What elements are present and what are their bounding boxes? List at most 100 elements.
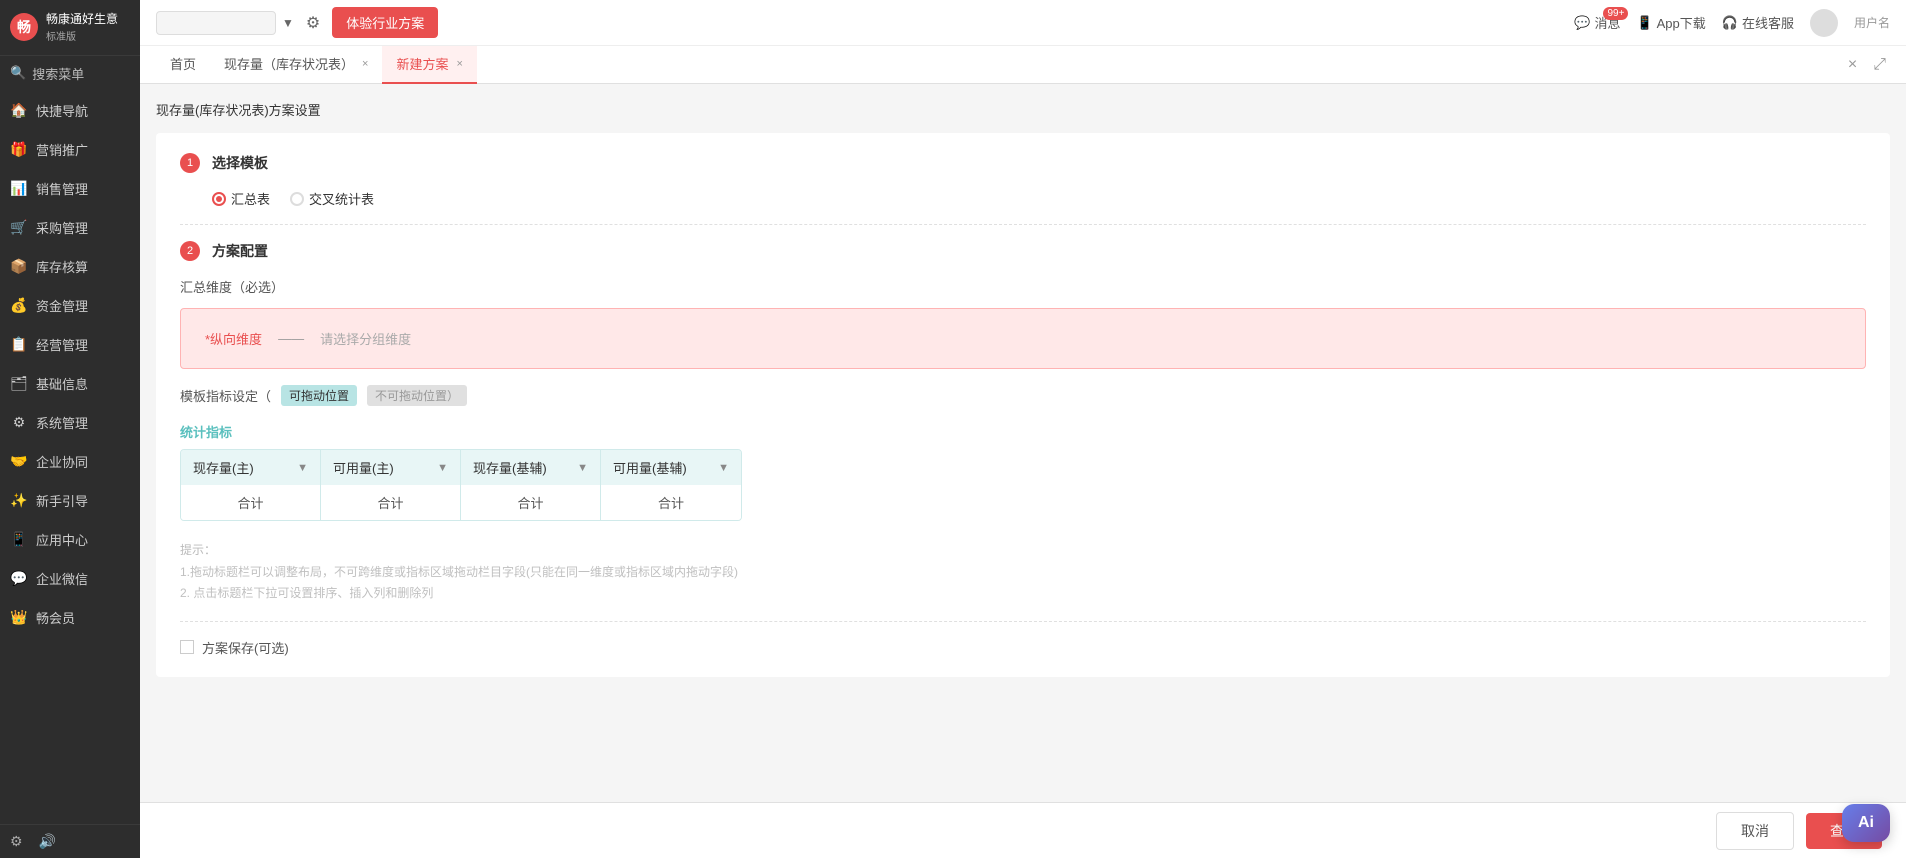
radio-summary[interactable]: 汇总表 bbox=[212, 189, 270, 208]
divider-2 bbox=[180, 621, 1866, 622]
fixed-indicator: 不可拖动位置） bbox=[367, 385, 467, 406]
sidebar-item-shortcut[interactable]: 🏠 快捷导航 bbox=[0, 91, 140, 130]
sidebar-item-marketing[interactable]: 🎁 营销推广 bbox=[0, 130, 140, 169]
col-header-2[interactable]: 现存量(基辅) ▼ bbox=[461, 450, 601, 485]
folder-icon: 🗂 bbox=[10, 374, 28, 392]
tip-line-1: 1.拖动标题栏可以调整布局，不可跨维度或指标区域拖动栏目字段(只能在同一维度或指… bbox=[180, 562, 1866, 584]
header-dropdown-icon[interactable]: ▼ bbox=[282, 16, 294, 30]
user-avatar[interactable] bbox=[1810, 9, 1838, 37]
sidebar-search-item[interactable]: 🔍 搜索菜单 bbox=[0, 56, 140, 91]
tab-new-plan[interactable]: 新建方案 × bbox=[382, 46, 476, 84]
template-radio-group: 汇总表 交叉统计表 bbox=[212, 189, 1866, 208]
sidebar: 畅 畅康通好生意 标准版 🔍 搜索菜单 🏠 快捷导航 🎁 营销推广 📊 销售管理… bbox=[0, 0, 140, 858]
search-icon: 🔍 bbox=[10, 65, 26, 81]
money-icon: 💰 bbox=[10, 296, 28, 314]
sidebar-item-purchase[interactable]: 🛒 采购管理 bbox=[0, 208, 140, 247]
save-checkbox[interactable] bbox=[180, 640, 194, 654]
summary-dimension-label: 汇总维度（必选） bbox=[180, 277, 1866, 296]
chevron-down-icon-1: ▼ bbox=[437, 462, 448, 474]
main-area: ▼ ⚙ 体验行业方案 💬 消息 99+ 📱 App下载 🎧 在线客服 用户名 bbox=[140, 0, 1906, 858]
tab-new-plan-close-icon[interactable]: × bbox=[456, 58, 462, 70]
cell-3: 合计 bbox=[601, 485, 741, 520]
section-card: 1 选择模板 汇总表 交叉统计表 2 方案配置 汇总维度（必选） bbox=[156, 133, 1890, 677]
step2-row: 2 方案配置 bbox=[180, 241, 1866, 261]
step2-title: 方案配置 bbox=[212, 241, 268, 261]
sidebar-item-apps[interactable]: 📱 应用中心 bbox=[0, 520, 140, 559]
dimension-placeholder: 请选择分组维度 bbox=[320, 329, 411, 348]
metrics-table: 现存量(主) ▼ 可用量(主) ▼ 现存量(基辅) ▼ 可用量(基辅) ▼ bbox=[180, 449, 742, 521]
chat-icon: 💬 bbox=[10, 569, 28, 587]
tab-close-button[interactable]: × bbox=[1844, 52, 1861, 78]
col-header-3[interactable]: 可用量(基辅) ▼ bbox=[601, 450, 741, 485]
sidebar-item-member[interactable]: 👑 畅会员 bbox=[0, 598, 140, 637]
sidebar-item-enterprise[interactable]: 🤝 企业协同 bbox=[0, 442, 140, 481]
step1-row: 1 选择模板 bbox=[180, 153, 1866, 173]
page-content: 现存量(库存状况表)方案设置 1 选择模板 汇总表 交叉统计表 bbox=[140, 84, 1906, 802]
message-button[interactable]: 💬 消息 99+ bbox=[1574, 13, 1620, 32]
box-icon: 📦 bbox=[10, 257, 28, 275]
sidebar-nav: 🏠 快捷导航 🎁 营销推广 📊 销售管理 🛒 采购管理 📦 库存核算 💰 资金管… bbox=[0, 91, 140, 824]
cancel-button[interactable]: 取消 bbox=[1716, 812, 1794, 850]
sidebar-item-guide[interactable]: ✨ 新手引导 bbox=[0, 481, 140, 520]
cell-0: 合计 bbox=[181, 485, 321, 520]
gear-icon: ⚙ bbox=[10, 413, 28, 431]
tips-title: 提示： bbox=[180, 543, 216, 557]
sidebar-item-system[interactable]: ⚙ 系统管理 bbox=[0, 403, 140, 442]
tip-line-2: 2. 点击标题栏下拉可设置排序、插入列和删除列 bbox=[180, 583, 1866, 605]
app-download-button[interactable]: 📱 App下载 bbox=[1636, 13, 1705, 32]
top-header: ▼ ⚙ 体验行业方案 💬 消息 99+ 📱 App下载 🎧 在线客服 用户名 bbox=[140, 0, 1906, 46]
sidebar-item-sales[interactable]: 📊 销售管理 bbox=[0, 169, 140, 208]
chevron-down-icon-3: ▼ bbox=[718, 462, 729, 474]
template-indicator-row: 模板指标设定（ 可拖动位置 不可拖动位置） bbox=[180, 385, 1866, 406]
arrow-separator: —— bbox=[278, 331, 304, 346]
movable-indicator: 可拖动位置 bbox=[281, 385, 357, 406]
crown-icon: 👑 bbox=[10, 608, 28, 626]
tab-inventory-status[interactable]: 现存量（库存状况表） × bbox=[210, 46, 382, 84]
trial-button[interactable]: 体验行业方案 bbox=[332, 7, 438, 38]
divider-1 bbox=[180, 224, 1866, 225]
mobile-icon: 📱 bbox=[10, 530, 28, 548]
cell-1: 合计 bbox=[321, 485, 461, 520]
radio-summary-dot bbox=[212, 192, 226, 206]
online-service-button[interactable]: 🎧 在线客服 bbox=[1722, 13, 1794, 32]
radio-cross[interactable]: 交叉统计表 bbox=[290, 189, 374, 208]
step2-badge: 2 bbox=[180, 241, 200, 261]
settings-icon[interactable]: ⚙ bbox=[10, 833, 23, 850]
required-dimension-area: *纵向维度 —— 请选择分组维度 bbox=[180, 308, 1866, 369]
star-icon: ✨ bbox=[10, 491, 28, 509]
header-search-input[interactable] bbox=[156, 11, 276, 35]
metrics-table-body: 合计 合计 合计 合计 bbox=[181, 485, 741, 520]
sidebar-logo: 畅 畅康通好生意 标准版 bbox=[0, 0, 140, 56]
chart-icon: 📊 bbox=[10, 179, 28, 197]
sidebar-item-basic[interactable]: 🗂 基础信息 bbox=[0, 364, 140, 403]
header-right: 💬 消息 99+ 📱 App下载 🎧 在线客服 用户名 bbox=[1574, 9, 1890, 37]
clipboard-icon: 📋 bbox=[10, 335, 28, 353]
header-gear-icon[interactable]: ⚙ bbox=[306, 13, 320, 33]
tab-inventory-close-icon[interactable]: × bbox=[362, 58, 368, 70]
ai-fab-button[interactable]: Ai bbox=[1842, 804, 1890, 842]
home-icon: 🏠 bbox=[10, 101, 28, 119]
save-label: 方案保存(可选) bbox=[202, 638, 289, 657]
tab-home[interactable]: 首页 bbox=[156, 46, 210, 84]
sound-icon[interactable]: 🔊 bbox=[39, 833, 56, 850]
sidebar-item-wechat[interactable]: 💬 企业微信 bbox=[0, 559, 140, 598]
sidebar-item-operation[interactable]: 📋 经营管理 bbox=[0, 325, 140, 364]
tab-expand-button[interactable]: ⤢ bbox=[1869, 52, 1890, 78]
cell-2: 合计 bbox=[461, 485, 601, 520]
gift-icon: 🎁 bbox=[10, 140, 28, 158]
indicator-prefix: 模板指标设定（ bbox=[180, 386, 271, 405]
tips-area: 提示： 1.拖动标题栏可以调整布局，不可跨维度或指标区域拖动栏目字段(只能在同一… bbox=[180, 540, 1866, 605]
page-title: 现存量(库存状况表)方案设置 bbox=[156, 100, 1890, 119]
chevron-down-icon-0: ▼ bbox=[297, 462, 308, 474]
bottom-bar: 取消 查询 bbox=[140, 802, 1906, 858]
headset-icon: 🎧 bbox=[1722, 15, 1738, 31]
handshake-icon: 🤝 bbox=[10, 452, 28, 470]
required-row: *纵向维度 —— 请选择分组维度 bbox=[205, 329, 1841, 348]
metrics-table-header: 现存量(主) ▼ 可用量(主) ▼ 现存量(基辅) ▼ 可用量(基辅) ▼ bbox=[181, 450, 741, 485]
sidebar-item-finance[interactable]: 💰 资金管理 bbox=[0, 286, 140, 325]
sidebar-footer: ⚙ 🔊 bbox=[0, 824, 140, 858]
col-header-0[interactable]: 现存量(主) ▼ bbox=[181, 450, 321, 485]
col-header-1[interactable]: 可用量(主) ▼ bbox=[321, 450, 461, 485]
sidebar-item-inventory[interactable]: 📦 库存核算 bbox=[0, 247, 140, 286]
message-icon: 💬 bbox=[1574, 15, 1590, 31]
